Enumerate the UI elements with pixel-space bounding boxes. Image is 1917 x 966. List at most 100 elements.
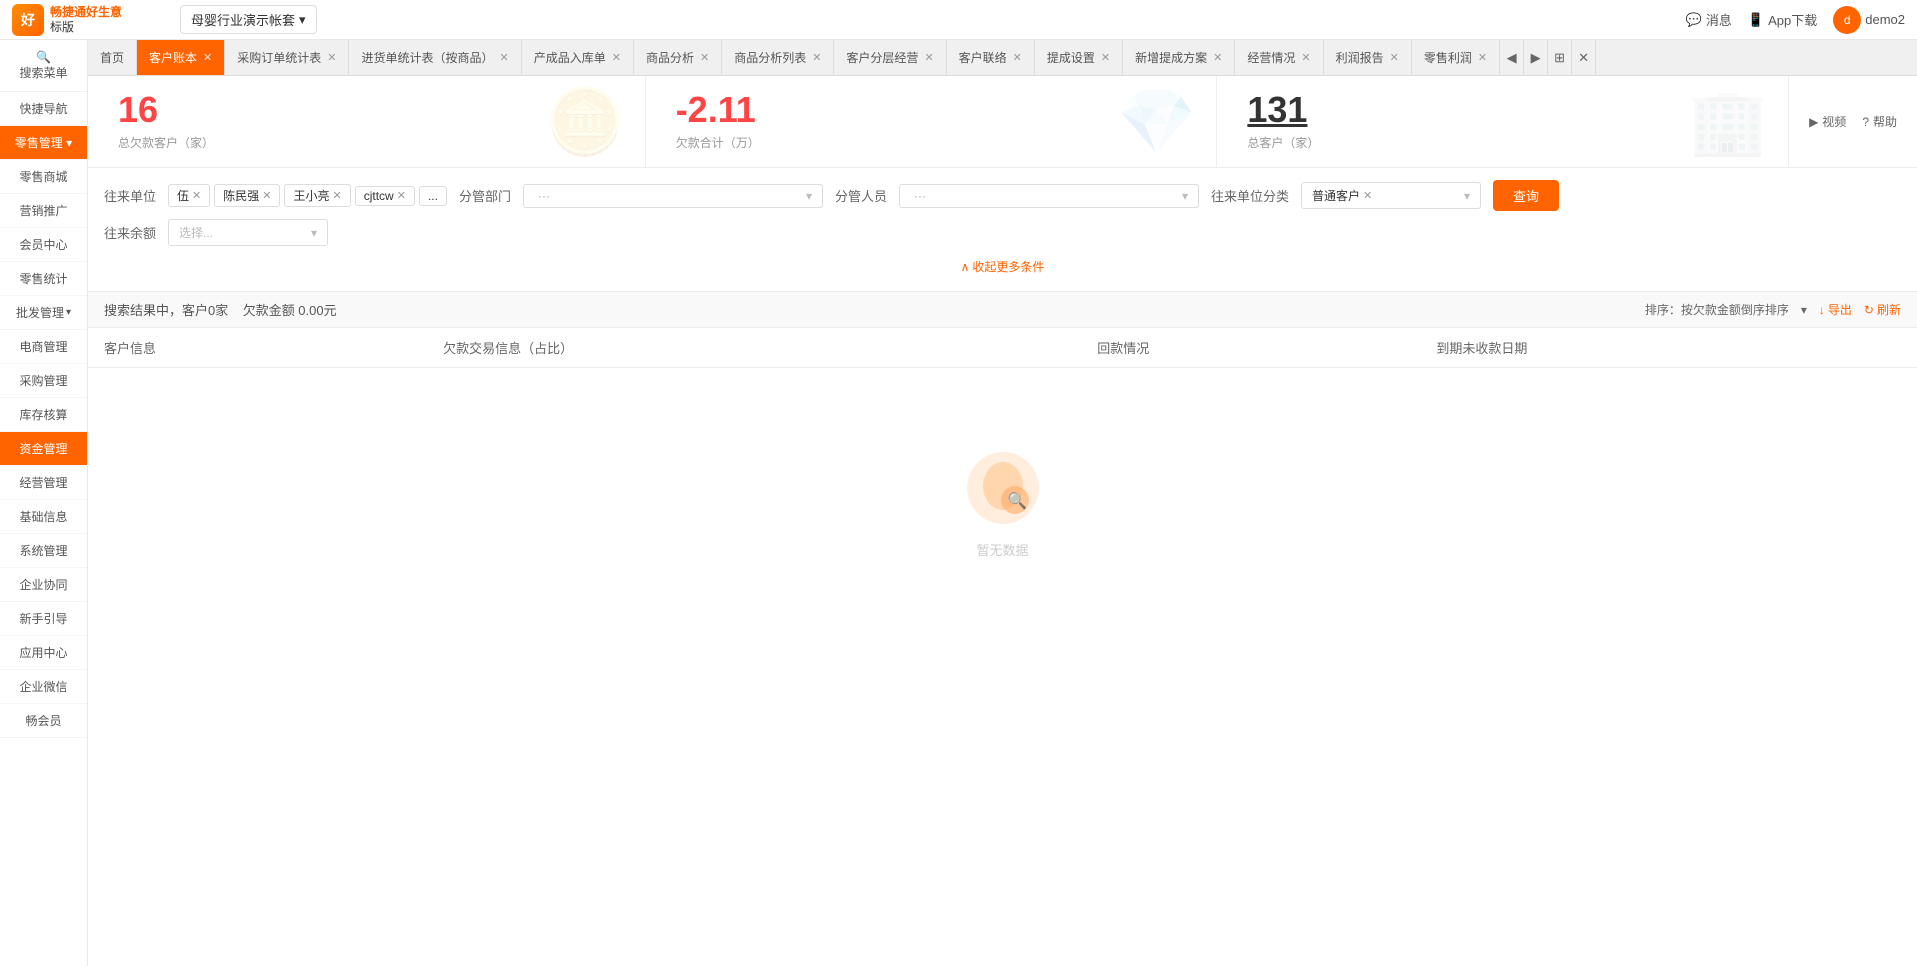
- close-tab-icon[interactable]: ✕: [700, 51, 709, 64]
- sidebar-item-marketing[interactable]: 营销推广: [0, 194, 87, 228]
- avatar: d: [1833, 6, 1861, 34]
- stat-label-total: 总客户（家）: [1247, 134, 1758, 151]
- stats-bar: 16 总欠款客户（家） 🪙 -2.11 欠款合计（万） 💎 131 总客户（家）…: [88, 76, 1917, 168]
- filter-row-2: 往来余额 选择... ▾: [104, 219, 1901, 246]
- sidebar-item-management[interactable]: 经营管理: [0, 466, 87, 500]
- sidebar-item-retail-stats[interactable]: 零售统计: [0, 262, 87, 296]
- person-select[interactable]: ··· ▾: [899, 184, 1199, 208]
- unit-type-label: 往来单位分类: [1211, 186, 1289, 205]
- tab-close-all[interactable]: ✕: [1572, 40, 1596, 76]
- close-tab-icon[interactable]: ✕: [500, 51, 509, 64]
- help-link[interactable]: ? 帮助: [1862, 113, 1897, 130]
- sidebar-item-retail[interactable]: 零售管理 ▾: [0, 126, 87, 160]
- logo-icon: 好: [12, 4, 44, 36]
- close-tab-icon[interactable]: ✕: [1478, 51, 1487, 64]
- top-bar: 好 畅捷通好生意 标版 母婴行业演示帐套 ▾ 💬 消息 📱 App下载 d de…: [0, 0, 1917, 40]
- tab-business-status[interactable]: 经营情况 ✕: [1235, 40, 1323, 76]
- refresh-button[interactable]: ↻ 刷新: [1864, 301, 1901, 318]
- unit-type-select[interactable]: 普通客户 ✕ ▾: [1301, 182, 1481, 209]
- sidebar-item-basic-info[interactable]: 基础信息: [0, 500, 87, 534]
- tab-production-inbound[interactable]: 产成品入库单 ✕: [522, 40, 634, 76]
- close-tag-wang[interactable]: ✕: [333, 189, 342, 202]
- tab-profit-report[interactable]: 利润报告 ✕: [1324, 40, 1412, 76]
- account-selector[interactable]: 母婴行业演示帐套 ▾: [180, 5, 317, 34]
- sidebar-item-newbie[interactable]: 新手引导: [0, 602, 87, 636]
- close-tab-icon[interactable]: ✕: [1301, 51, 1310, 64]
- close-tab-icon[interactable]: ✕: [812, 51, 821, 64]
- sidebar-item-member[interactable]: 畅会员: [0, 704, 87, 738]
- tab-product-analysis[interactable]: 商品分析 ✕: [634, 40, 722, 76]
- tag-common-customer[interactable]: 普通客户 ✕: [1312, 187, 1372, 204]
- tab-retail-profit[interactable]: 零售利润 ✕: [1412, 40, 1500, 76]
- app-download-button[interactable]: 📱 App下载: [1748, 10, 1817, 29]
- sidebar-item-app-center[interactable]: 应用中心: [0, 636, 87, 670]
- tag-cjttcw[interactable]: cjttcw ✕: [355, 186, 415, 206]
- close-tag-customer-type[interactable]: ✕: [1363, 189, 1372, 202]
- search-menu-button[interactable]: 🔍 搜索菜单: [0, 40, 87, 92]
- sidebar-item-ecommerce[interactable]: 电商管理: [0, 330, 87, 364]
- collapse-button[interactable]: ∧ 收起更多条件: [961, 258, 1045, 275]
- tab-customer-ledger[interactable]: 客户账本 ✕: [137, 40, 225, 76]
- close-tab-icon[interactable]: ✕: [612, 51, 621, 64]
- tab-new-commission[interactable]: 新增提成方案 ✕: [1123, 40, 1235, 76]
- tab-customer-tier[interactable]: 客户分层经营 ✕: [834, 40, 946, 76]
- tag-wu[interactable]: 伍 ✕: [168, 184, 210, 207]
- dept-select[interactable]: ··· ▾: [523, 184, 823, 208]
- coin-icon: 🪙: [545, 84, 625, 159]
- results-actions: 排序：按欠款金额倒序排序 ▾ ↓ 导出 ↻ 刷新: [1645, 301, 1901, 318]
- tag-wang[interactable]: 王小亮 ✕: [284, 184, 350, 207]
- quick-nav-item[interactable]: 快捷导航: [0, 92, 87, 126]
- close-tab-icon[interactable]: ✕: [1213, 51, 1222, 64]
- close-tab-icon[interactable]: ✕: [1390, 51, 1399, 64]
- tab-scroll-right[interactable]: ▶: [1524, 40, 1548, 76]
- sidebar-item-enterprise[interactable]: 企业协同: [0, 568, 87, 602]
- close-tag-cjttcw[interactable]: ✕: [397, 189, 406, 202]
- tab-product-analysis-list[interactable]: 商品分析列表 ✕: [722, 40, 834, 76]
- sidebar-item-purchase[interactable]: 采购管理: [0, 364, 87, 398]
- results-summary: 搜索结果中，客户0家 欠款金额 0.00元: [104, 300, 337, 319]
- tab-customer-contact[interactable]: 客户联络 ✕: [947, 40, 1035, 76]
- svg-text:🔍: 🔍: [1007, 490, 1027, 510]
- tab-scroll-left[interactable]: ◀: [1500, 40, 1524, 76]
- message-button[interactable]: 💬 消息: [1686, 10, 1732, 29]
- close-tab-icon[interactable]: ✕: [1101, 51, 1110, 64]
- close-tag-wu[interactable]: ✕: [192, 189, 201, 202]
- close-tab-icon[interactable]: ✕: [924, 51, 933, 64]
- close-tab-icon[interactable]: ✕: [1013, 51, 1022, 64]
- sort-label-static: 排序：按欠款金额倒序排序: [1645, 301, 1789, 318]
- tab-home[interactable]: 首页: [88, 40, 137, 76]
- sidebar-item-wholesale[interactable]: 批发管理 ▾: [0, 296, 87, 330]
- sort-select[interactable]: ▾: [1801, 303, 1807, 317]
- col-due-date: 到期未收款日期: [1420, 328, 1917, 368]
- close-tag-chen[interactable]: ✕: [262, 189, 271, 202]
- sidebar-item-retail-mall[interactable]: 零售商城: [0, 160, 87, 194]
- tab-purchase-order-stats[interactable]: 采购订单统计表 ✕: [225, 40, 349, 76]
- sidebar-item-system[interactable]: 系统管理: [0, 534, 87, 568]
- chevron-down-icon-4: ▾: [311, 226, 317, 240]
- sidebar-item-finance[interactable]: 资金管理: [0, 432, 87, 466]
- refresh-icon: ↻: [1864, 303, 1874, 317]
- close-tab-icon[interactable]: ✕: [203, 51, 212, 64]
- sidebar: 🔍 搜索菜单 快捷导航 零售管理 ▾ 零售商城 营销推广 会员中心 零售统计: [0, 40, 88, 966]
- sidebar-item-membership[interactable]: 会员中心: [0, 228, 87, 262]
- tag-more[interactable]: ...: [419, 186, 447, 206]
- chevron-down-icon-3: ▾: [1464, 189, 1470, 203]
- stat-number-debt: -2.11: [676, 92, 1187, 128]
- query-button[interactable]: 查询: [1493, 180, 1559, 211]
- unit-tags: 伍 ✕ 陈民强 ✕ 王小亮 ✕: [168, 184, 447, 207]
- tab-expand[interactable]: ⊞: [1548, 40, 1572, 76]
- person-filter-label: 分管人员: [835, 186, 887, 205]
- tab-commission-settings[interactable]: 提成设置 ✕: [1035, 40, 1123, 76]
- tag-chen[interactable]: 陈民强 ✕: [214, 184, 280, 207]
- remain-select[interactable]: 选择... ▾: [168, 219, 328, 246]
- stat-label-debt: 欠款合计（万）: [676, 134, 1187, 151]
- video-link[interactable]: ▶ 视频: [1809, 113, 1846, 130]
- remain-filter-label: 往来余额: [104, 223, 156, 242]
- sidebar-item-wechat[interactable]: 企业微信: [0, 670, 87, 704]
- sidebar-item-inventory[interactable]: 库存核算: [0, 398, 87, 432]
- user-profile[interactable]: d demo2: [1833, 6, 1905, 34]
- close-tab-icon[interactable]: ✕: [327, 51, 336, 64]
- export-button[interactable]: ↓ 导出: [1819, 301, 1852, 318]
- tab-goods-stats[interactable]: 进货单统计表（按商品） ✕: [349, 40, 521, 76]
- chevron-icon: ▾: [66, 136, 72, 150]
